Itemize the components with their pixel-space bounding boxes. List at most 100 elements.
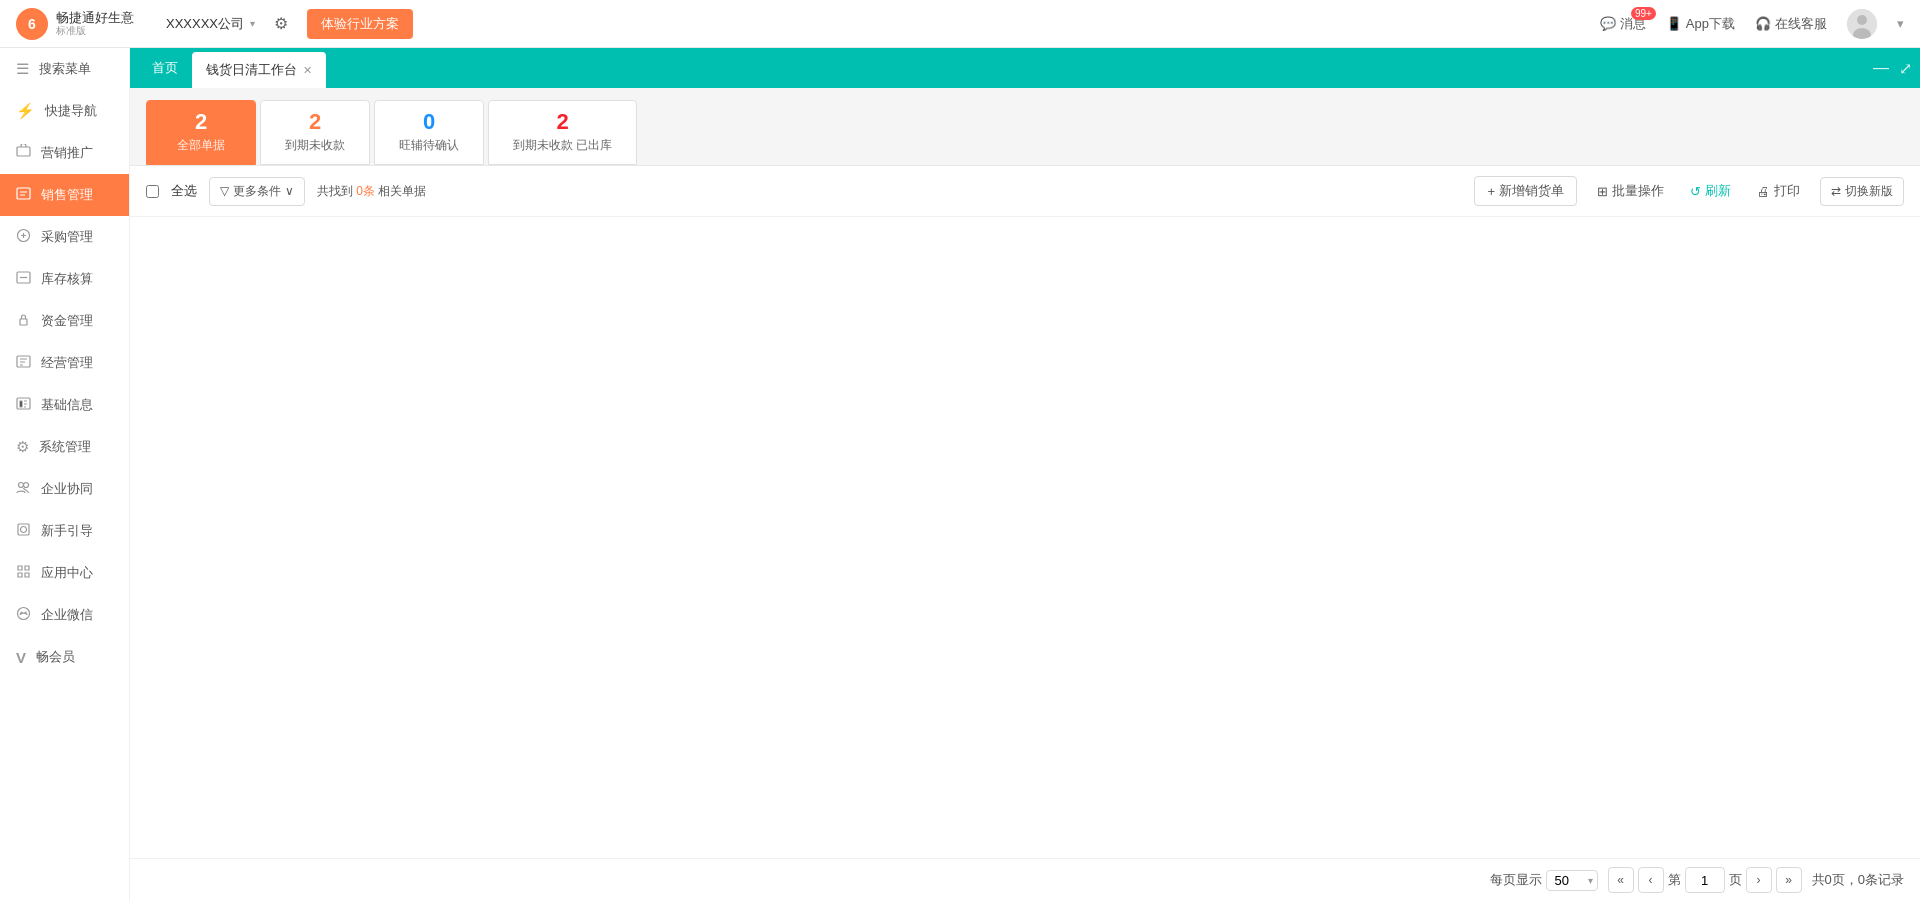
enterprise-icon [16,480,31,498]
company-selector[interactable]: XXXXXX公司 ▾ [166,15,255,33]
sidebar-item-label: 企业协同 [41,480,93,498]
summary-tab-shipped[interactable]: 2 到期未收款 已出库 [488,100,637,165]
found-count: 0条 [356,184,375,198]
guide-icon [16,522,31,540]
avatar-icon [1847,9,1877,39]
batch-operation-button[interactable]: ⊞ 批量操作 [1591,178,1670,204]
message-icon: 💬 [1600,16,1616,31]
sidebar-item-enterprise[interactable]: 企业协同 [0,468,129,510]
sidebar-item-operations[interactable]: 经营管理 [0,342,129,384]
sidebar-item-marketing[interactable]: 营销推广 [0,132,129,174]
svg-rect-7 [20,319,27,325]
current-page-input[interactable] [1685,867,1725,893]
data-area [130,217,1920,858]
avatar[interactable] [1847,9,1877,39]
tab-close-icon[interactable]: ✕ [303,64,312,77]
sidebar-item-label: 新手引导 [41,522,93,540]
message-button[interactable]: 💬 消息 99+ [1600,15,1646,33]
finance-svg-icon [16,312,31,327]
logo-text: 畅捷通好生意 标准版 [56,10,134,38]
sidebar-item-base-info[interactable]: 基础信息 [0,384,129,426]
summary-tabs: 2 全部单据 2 到期未收款 0 旺辅待确认 2 到期未收款 已出库 [130,88,1920,166]
operations-svg-icon [16,354,31,369]
sidebar-item-sales-mgmt[interactable]: 销售管理 [0,174,129,216]
online-service-button[interactable]: 🎧 在线客服 [1755,15,1827,33]
top-header: 6 畅捷通好生意 标准版 XXXXXX公司 ▾ ⚙ 体验行业方案 💬 消息 99… [0,0,1920,48]
refresh-button[interactable]: ↺ 刷新 [1684,178,1737,204]
enterprise-svg-icon [16,480,31,495]
select-all-checkbox[interactable] [146,185,159,198]
page-size-select[interactable]: 20 50 100 200 [1546,870,1598,891]
app-center-icon [16,564,31,582]
sidebar-item-member[interactable]: V 畅会员 [0,636,129,678]
sidebar-item-label: 畅会员 [36,648,75,666]
wangfu-label: 旺辅待确认 [399,137,459,154]
page-size-selector: 每页显示 20 50 100 200 [1490,870,1598,891]
svg-point-16 [25,612,27,614]
tab-minimize-button[interactable]: — [1873,59,1889,78]
gear-icon: ⚙ [274,14,288,33]
base-info-icon [16,396,31,414]
logo-title: 畅捷通好生意 [56,10,134,26]
chevron-down-icon: ▾ [1897,16,1904,31]
app-download-button[interactable]: 📱 App下载 [1666,15,1735,33]
select-all-label: 全选 [171,182,197,200]
page-of-label: 页 [1729,871,1742,889]
sidebar-item-search-menu[interactable]: ☰ 搜索菜单 [0,48,129,90]
tab-bar: 首页 钱货日清工作台 ✕ — ⤢ [130,48,1920,88]
sidebar-item-purchase-mgmt[interactable]: 采购管理 [0,216,129,258]
sidebar-item-label: 采购管理 [41,228,93,246]
sidebar-item-inventory[interactable]: 库存核算 [0,258,129,300]
tab-work-station[interactable]: 钱货日清工作台 ✕ [192,52,326,88]
per-page-label: 每页显示 [1490,871,1542,889]
tab-home[interactable]: 首页 [138,48,192,88]
filter-chevron-icon: ∨ [285,184,294,198]
message-badge: 99+ [1631,7,1656,20]
next-page-button[interactable]: › [1746,867,1772,893]
total-records-text: 共0页，0条记录 [1812,871,1904,889]
print-button[interactable]: 🖨 打印 [1751,178,1806,204]
summary-tab-all[interactable]: 2 全部单据 [146,100,256,165]
shipped-label: 到期未收款 已出库 [513,137,612,154]
purchase-icon [16,228,31,246]
sidebar-item-system-mgmt[interactable]: ⚙ 系统管理 [0,426,129,468]
settings-button[interactable]: ⚙ [267,10,295,38]
logo-icon: 6 [16,8,48,40]
first-page-button[interactable]: « [1608,867,1634,893]
refresh-label: 刷新 [1705,182,1731,200]
prev-page-button[interactable]: ‹ [1638,867,1664,893]
trial-button[interactable]: 体验行业方案 [307,9,413,39]
tab-maximize-button[interactable]: ⤢ [1899,59,1912,78]
svg-rect-12 [18,524,29,535]
svg-rect-3 [17,147,30,156]
summary-tab-overdue[interactable]: 2 到期未收款 [260,100,370,165]
footer-bar: 每页显示 20 50 100 200 « ‹ 第 页 › » [130,858,1920,901]
user-menu-button[interactable]: ▾ [1897,16,1904,31]
switch-version-button[interactable]: ⇄ 切换新版 [1820,177,1904,206]
sidebar-item-app-center[interactable]: 应用中心 [0,552,129,594]
member-icon: V [16,649,26,666]
print-icon: 🖨 [1757,184,1770,199]
filter-button[interactable]: ▽ 更多条件 ∨ [209,177,305,206]
system-icon: ⚙ [16,438,29,456]
content-area: 2 全部单据 2 到期未收款 0 旺辅待确认 2 到期未收款 已出库 全选 ▽ … [130,88,1920,901]
pagination: « ‹ 第 页 › » [1608,867,1802,893]
inventory-icon [16,270,31,288]
inventory-svg-icon [16,270,31,285]
marketing-icon [16,144,31,162]
last-page-button[interactable]: » [1776,867,1802,893]
sidebar-item-guide[interactable]: 新手引导 [0,510,129,552]
service-icon: 🎧 [1755,16,1771,31]
company-name: XXXXXX公司 [166,15,244,33]
filter-icon: ▽ [220,184,229,198]
sidebar-item-label: 系统管理 [39,438,91,456]
sidebar-item-wecom[interactable]: 企业微信 [0,594,129,636]
summary-tab-wangfu[interactable]: 0 旺辅待确认 [374,100,484,165]
print-label: 打印 [1774,182,1800,200]
logo-area: 6 畅捷通好生意 标准版 [16,8,146,40]
sidebar-item-finance[interactable]: 资金管理 [0,300,129,342]
new-sales-order-button[interactable]: + 新增销货单 [1474,176,1577,206]
company-chevron-icon: ▾ [250,18,255,29]
sidebar-item-quick-nav[interactable]: ⚡ 快捷导航 [0,90,129,132]
header-right: 💬 消息 99+ 📱 App下载 🎧 在线客服 ▾ [1600,9,1904,39]
